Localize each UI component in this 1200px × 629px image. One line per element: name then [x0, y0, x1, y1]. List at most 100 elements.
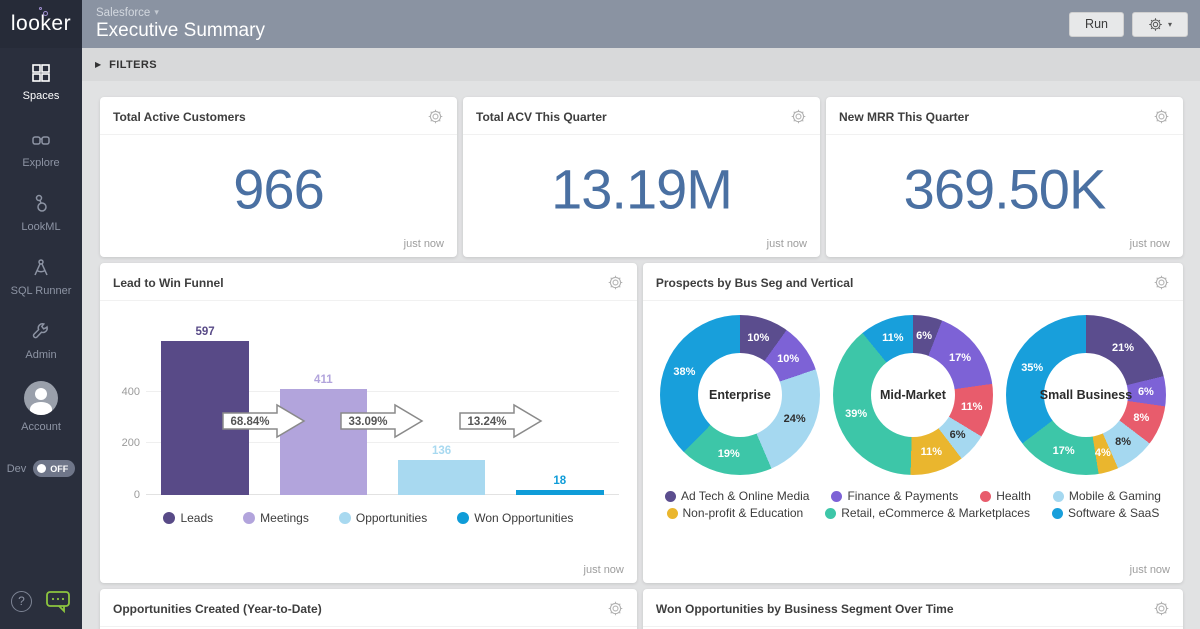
conversion-arrow: 68.84% [222, 403, 306, 439]
sidebar-item-label: Spaces [23, 90, 60, 102]
legend-row: Non-profit & Education Retail, eCommerce … [667, 506, 1160, 520]
legend-item[interactable]: Mobile & Gaming [1053, 489, 1161, 503]
tile-settings-button[interactable] [790, 108, 807, 125]
looker-app: looker Spaces Explore LookML [0, 0, 1200, 629]
molecule-icon [30, 193, 52, 215]
page-title: Executive Summary [96, 20, 265, 42]
sidebar-item-label: Account [21, 421, 61, 433]
sidebar-item-label: SQL Runner [11, 285, 72, 297]
donut-center-label: Mid-Market [880, 388, 946, 402]
legend-dot-icon [457, 512, 469, 524]
bar[interactable] [516, 490, 603, 495]
bar-column-leads: 597 [146, 307, 264, 495]
prospects-legend: Ad Tech & Online Media Finance & Payments… [643, 489, 1183, 520]
conversion-percent-label: 33.09% [349, 416, 388, 428]
donut-slice-label: 10% [747, 332, 769, 344]
help-button[interactable]: ? [11, 591, 32, 612]
last-updated-label: just now [1130, 564, 1170, 576]
logo-bubble-icon [43, 11, 48, 16]
sidebar-bottom-icons: ? [0, 589, 82, 613]
legend-dot-icon [243, 512, 255, 524]
logo-bubble-icon [39, 7, 42, 10]
conversion-arrow: 33.09% [340, 403, 424, 439]
bar-column-meetings: 411 [264, 307, 382, 495]
header-titles: Salesforce ▾ Executive Summary [96, 7, 265, 42]
avatar [24, 381, 58, 415]
card-title: Prospects by Bus Seg and Vertical [656, 276, 853, 290]
gear-icon [607, 274, 624, 291]
tile-settings-button[interactable] [1153, 108, 1170, 125]
looker-logo-text: looker [11, 12, 71, 36]
legend-item[interactable]: Finance & Payments [831, 489, 958, 503]
legend-item[interactable]: Won Opportunities [457, 511, 573, 525]
gear-icon [1148, 17, 1163, 32]
run-button[interactable]: Run [1069, 12, 1124, 37]
sidebar: looker Spaces Explore LookML [0, 0, 82, 629]
conversion-percent-label: 13.24% [467, 416, 506, 428]
bar-value-label: 18 [553, 475, 566, 487]
legend-item[interactable]: Retail, eCommerce & Marketplaces [825, 506, 1030, 520]
sidebar-item-admin[interactable]: Admin [0, 308, 82, 372]
funnel-chart: 02004005974111361868.84%33.09%13.24% [114, 335, 619, 495]
bar-value-label: 136 [432, 445, 451, 457]
top-header: Salesforce ▾ Executive Summary Run ▾ [82, 0, 1200, 48]
gear-icon [1153, 600, 1170, 617]
tile-settings-button[interactable] [607, 600, 624, 617]
tile-settings-button[interactable] [1153, 600, 1170, 617]
breadcrumb[interactable]: Salesforce ▾ [96, 7, 265, 19]
legend-item[interactable]: Meetings [243, 511, 309, 525]
sidebar-item-sql-runner[interactable]: SQL Runner [0, 244, 82, 308]
donut-slice-label: 6% [916, 330, 932, 342]
legend-item[interactable]: Ad Tech & Online Media [665, 489, 810, 503]
dashboard-settings-button[interactable]: ▾ [1132, 12, 1188, 37]
donut-slice-label: 21% [1112, 342, 1134, 354]
conversion-percent-label: 68.84% [231, 416, 270, 428]
legend-label: Ad Tech & Online Media [681, 489, 810, 503]
main-area: Salesforce ▾ Executive Summary Run ▾ [82, 0, 1200, 629]
sidebar-item-explore[interactable]: Explore [0, 116, 82, 180]
donut-small-business[interactable]: 21%6%8%8%4%17%35%Small Business [1006, 315, 1166, 475]
kpi-card-total-active-customers: Total Active Customers 966 just now [100, 97, 457, 257]
header-actions: Run ▾ [1069, 12, 1188, 37]
chart-row: Lead to Win Funnel 02004005974111361868.… [100, 263, 1183, 583]
donut-slice-label: 10% [777, 353, 799, 365]
bar-value-label: 597 [196, 326, 215, 338]
legend-label: Opportunities [356, 511, 427, 525]
last-updated-label: just now [1130, 238, 1170, 250]
legend-item[interactable]: Opportunities [339, 511, 427, 525]
card-title: Opportunities Created (Year-to-Date) [113, 602, 322, 616]
donut-mid-market[interactable]: 6%17%11%6%11%39%11%Mid-Market [833, 315, 993, 475]
legend-item[interactable]: Leads [163, 511, 213, 525]
chat-button[interactable] [45, 589, 71, 613]
sidebar-item-account[interactable]: Account [0, 372, 82, 444]
kpi-row: Total Active Customers 966 just now [100, 97, 1183, 257]
won-opportunities-card: Won Opportunities by Business Segment Ov… [643, 589, 1183, 629]
donut-slice-label: 38% [673, 366, 695, 378]
legend-label: Finance & Payments [847, 489, 958, 503]
sidebar-item-lookml[interactable]: LookML [0, 180, 82, 244]
avatar-head-icon [35, 388, 47, 400]
card-title: Total Active Customers [113, 110, 246, 124]
donut-slice-label: 17% [1053, 445, 1075, 457]
legend-item[interactable]: Software & SaaS [1052, 506, 1159, 520]
donut-slice-label: 8% [1115, 436, 1131, 448]
kpi-value: 966 [100, 156, 457, 221]
donut-slice-label: 8% [1133, 412, 1149, 424]
last-updated-label: just now [404, 238, 444, 250]
gear-icon [790, 108, 807, 125]
y-axis-tick: 400 [114, 386, 140, 398]
legend-item[interactable]: Health [980, 489, 1031, 503]
legend-item[interactable]: Non-profit & Education [667, 506, 804, 520]
bar[interactable] [398, 460, 485, 495]
sidebar-item-label: Admin [25, 349, 56, 361]
tile-settings-button[interactable] [427, 108, 444, 125]
sidebar-spacer [0, 477, 82, 589]
filters-bar[interactable]: ▶ FILTERS [82, 48, 1200, 81]
looker-logo[interactable]: looker [0, 0, 82, 48]
sidebar-item-spaces[interactable]: Spaces [0, 48, 82, 116]
dev-toggle[interactable]: OFF [33, 460, 75, 477]
tile-settings-button[interactable] [1153, 274, 1170, 291]
tile-settings-button[interactable] [607, 274, 624, 291]
donut-slice-label: 24% [784, 413, 806, 425]
donut-enterprise[interactable]: 10%10%24%19%38%Enterprise [660, 315, 820, 475]
